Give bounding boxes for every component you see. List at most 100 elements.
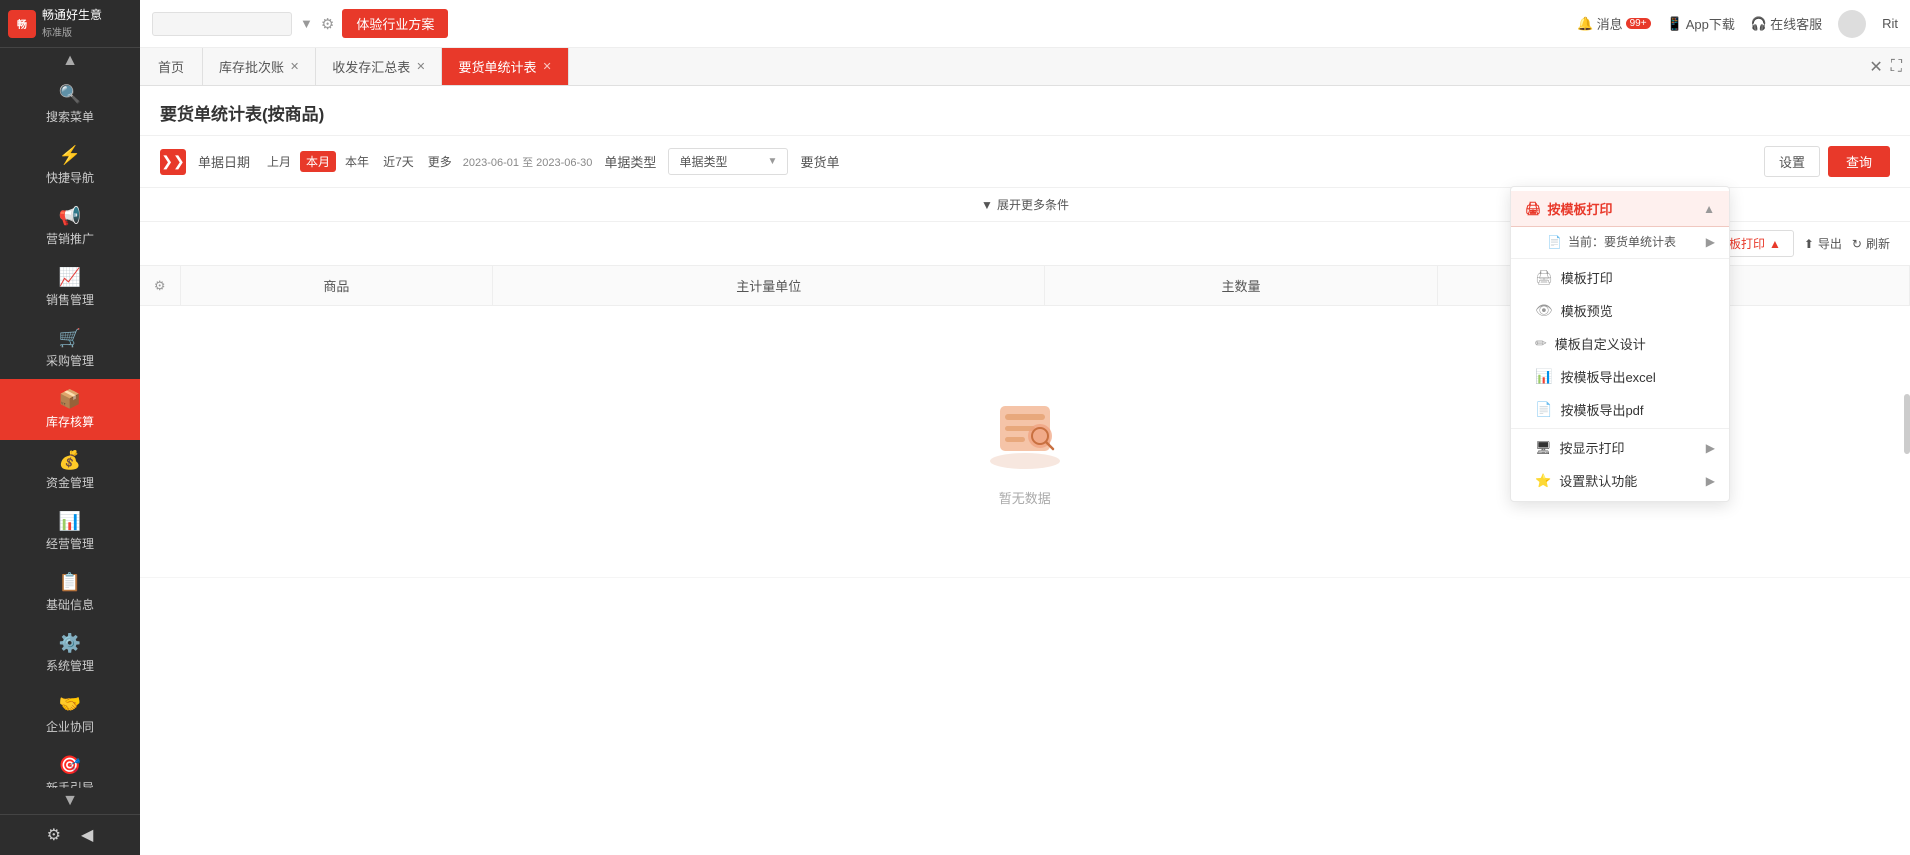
topbar-gear-icon[interactable]: ⚙ (321, 15, 334, 33)
dropdown-current-template[interactable]: 📄 当前：要货单统计表 ▶ (1511, 227, 1729, 256)
display-print-group-left: 🖥 按显示打印 (1535, 438, 1625, 457)
industry-solution-button[interactable]: 体验行业方案 (342, 9, 448, 38)
date-filter-group: 上月 本月 本年 近7天 更多 2023-06-01 至 2023-06-30 (262, 151, 592, 172)
notification-badge: 99+ (1626, 18, 1651, 29)
date-btn-more[interactable]: 更多 (423, 151, 457, 172)
inventory-icon: 📦 (59, 389, 81, 410)
tab-collection-summary[interactable]: 收发存汇总表 ✕ (316, 48, 442, 85)
set-default-chevron-icon: ▶ (1706, 474, 1715, 488)
export-button[interactable]: ⬆ 导出 (1804, 230, 1842, 257)
export-excel-label: 按模板导出excel (1560, 367, 1655, 386)
date-btn-this-month[interactable]: 本月 (300, 151, 336, 172)
dropdown-group-set-default[interactable]: ⭐ 设置默认功能 ▶ (1511, 464, 1729, 497)
settings-icon[interactable]: ⚙ (47, 825, 61, 845)
divider-1 (1511, 258, 1729, 259)
notification-button[interactable]: 🔔 消息 99+ (1577, 14, 1650, 33)
tab-home[interactable]: 首页 (140, 48, 203, 85)
display-print-label: 按显示打印 (1560, 438, 1625, 457)
export-btn-label: 导出 (1818, 235, 1842, 252)
sidebar-item-label: 销售管理 (46, 291, 94, 308)
date-btn-last-month[interactable]: 上月 (262, 151, 296, 172)
sidebar-item-label: 经营管理 (46, 535, 94, 552)
window-controls: ✕ ⛶ (1869, 48, 1910, 85)
tab-batch-account-close[interactable]: ✕ (290, 60, 299, 73)
sidebar-item-label: 营销推广 (46, 230, 94, 247)
col-unit: 主计量单位 (493, 266, 1045, 306)
sidebar-item-operation[interactable]: 📊 经营管理 (0, 501, 140, 562)
dropdown-item-template-design[interactable]: ✏ 模板自定义设计 (1511, 327, 1729, 360)
template-design-label: 模板自定义设计 (1555, 334, 1646, 353)
empty-illustration (975, 376, 1075, 476)
type-filter-select[interactable]: 单据类型 ▼ (668, 148, 788, 175)
expand-more-button[interactable]: ▼ 展开更多条件 (981, 196, 1069, 213)
marketing-icon: 📢 (59, 206, 81, 227)
app-download-icon: 📱 (1667, 16, 1683, 32)
sidebar-item-sales[interactable]: 📈 销售管理 (0, 257, 140, 318)
settings-button[interactable]: 设置 (1764, 146, 1820, 177)
divider-2 (1511, 428, 1729, 429)
tab-collection-summary-close[interactable]: ✕ (416, 60, 425, 73)
main-area: ▼ ⚙ 体验行业方案 🔔 消息 99+ 📱 App下载 🎧 在线客服 Rit 首 (140, 0, 1910, 855)
sidebar-item-quick-nav[interactable]: ⚡ 快捷导航 (0, 135, 140, 196)
dropdown-item-export-pdf[interactable]: 📄 按模板导出pdf (1511, 393, 1729, 426)
window-close-button[interactable]: ✕ (1869, 57, 1882, 77)
sales-icon: 📈 (59, 267, 81, 288)
col-quantity: 主数量 (1045, 266, 1438, 306)
date-btn-7days[interactable]: 近7天 (378, 151, 419, 172)
sidebar-item-basic[interactable]: 📋 基础信息 (0, 562, 140, 623)
dropdown-item-template-print[interactable]: 🖨 模板打印 (1511, 261, 1729, 294)
tab-order-stats-close[interactable]: ✕ (543, 60, 552, 73)
dropdown-item-template-preview[interactable]: 👁 模板预览 (1511, 294, 1729, 327)
sidebar-item-inventory[interactable]: 📦 库存核算 (0, 379, 140, 440)
date-btn-this-year[interactable]: 本年 (340, 151, 374, 172)
sidebar-item-system[interactable]: ⚙️ 系统管理 (0, 623, 140, 684)
sidebar-item-finance[interactable]: 💰 资金管理 (0, 440, 140, 501)
newbie-icon: 🎯 (59, 755, 81, 776)
search-chevron-icon[interactable]: ▼ (300, 16, 313, 31)
tab-batch-account[interactable]: 库存批次账 ✕ (203, 48, 316, 85)
operation-icon: 📊 (59, 511, 81, 532)
search-icon: 🔍 (59, 84, 81, 105)
sidebar-item-enterprise[interactable]: 🤝 企业协同 (0, 684, 140, 745)
app-download-button[interactable]: 📱 App下载 (1667, 14, 1735, 33)
collapse-icon[interactable]: ◀ (81, 825, 93, 845)
sidebar-item-label: 搜索菜单 (46, 108, 94, 125)
basic-icon: 📋 (59, 572, 81, 593)
search-input[interactable] (152, 12, 292, 36)
sidebar-item-label: 采购管理 (46, 352, 94, 369)
display-print-chevron-icon: ▶ (1706, 441, 1715, 455)
table-settings-icon[interactable]: ⚙ (154, 278, 166, 293)
sidebar-item-newbie[interactable]: 🎯 新手引导 (0, 745, 140, 788)
finance-icon: 💰 (59, 450, 81, 471)
quick-nav-icon: ⚡ (59, 145, 81, 166)
app-title: 畅通好生意 (42, 8, 102, 24)
service-label: 在线客服 (1770, 14, 1822, 33)
system-icon: ⚙️ (59, 633, 81, 654)
dropdown-item-export-excel[interactable]: 📊 按模板导出excel (1511, 360, 1729, 393)
sidebar-scroll-up[interactable]: ▲ (0, 48, 140, 74)
tab-collection-summary-label: 收发存汇总表 (332, 57, 410, 76)
tab-batch-account-label: 库存批次账 (219, 57, 284, 76)
query-button[interactable]: 查询 (1828, 146, 1890, 177)
template-print-label: 模板打印 (1561, 268, 1613, 287)
sidebar-item-purchase[interactable]: 🛒 采购管理 (0, 318, 140, 379)
sidebar-header: 畅 畅通好生意 标准版 (0, 0, 140, 48)
filter-bar: ❯❯ 单据日期 上月 本月 本年 近7天 更多 2023-06-01 至 202… (140, 136, 1910, 188)
scrollbar[interactable] (1904, 394, 1910, 454)
dropdown-group-display-print[interactable]: 🖥 按显示打印 ▶ (1511, 431, 1729, 464)
purchase-icon: 🛒 (59, 328, 81, 349)
window-maximize-button[interactable]: ⛶ (1891, 58, 1902, 76)
page-content: 要货单统计表(按商品) ❯❯ 单据日期 上月 本月 本年 近7天 更多 2023… (140, 86, 1910, 855)
sidebar-item-search[interactable]: 🔍 搜索菜单 (0, 74, 140, 135)
online-service-button[interactable]: 🎧 在线客服 (1751, 14, 1822, 33)
expand-label: 展开更多条件 (997, 196, 1069, 213)
filter-toggle-button[interactable]: ❯❯ (160, 149, 186, 175)
sidebar-scroll-down[interactable]: ▼ (0, 788, 140, 814)
sidebar-item-marketing[interactable]: 📢 营销推广 (0, 196, 140, 257)
refresh-button[interactable]: ↻ 刷新 (1852, 230, 1890, 257)
template-print-icon: 🖨 (1535, 269, 1553, 286)
tab-order-stats[interactable]: 要货单统计表 ✕ (442, 48, 568, 85)
dropdown-header[interactable]: 🖨 按模板打印 ▲ (1511, 191, 1729, 227)
avatar[interactable] (1838, 10, 1866, 38)
username-label[interactable]: Rit (1882, 16, 1898, 31)
